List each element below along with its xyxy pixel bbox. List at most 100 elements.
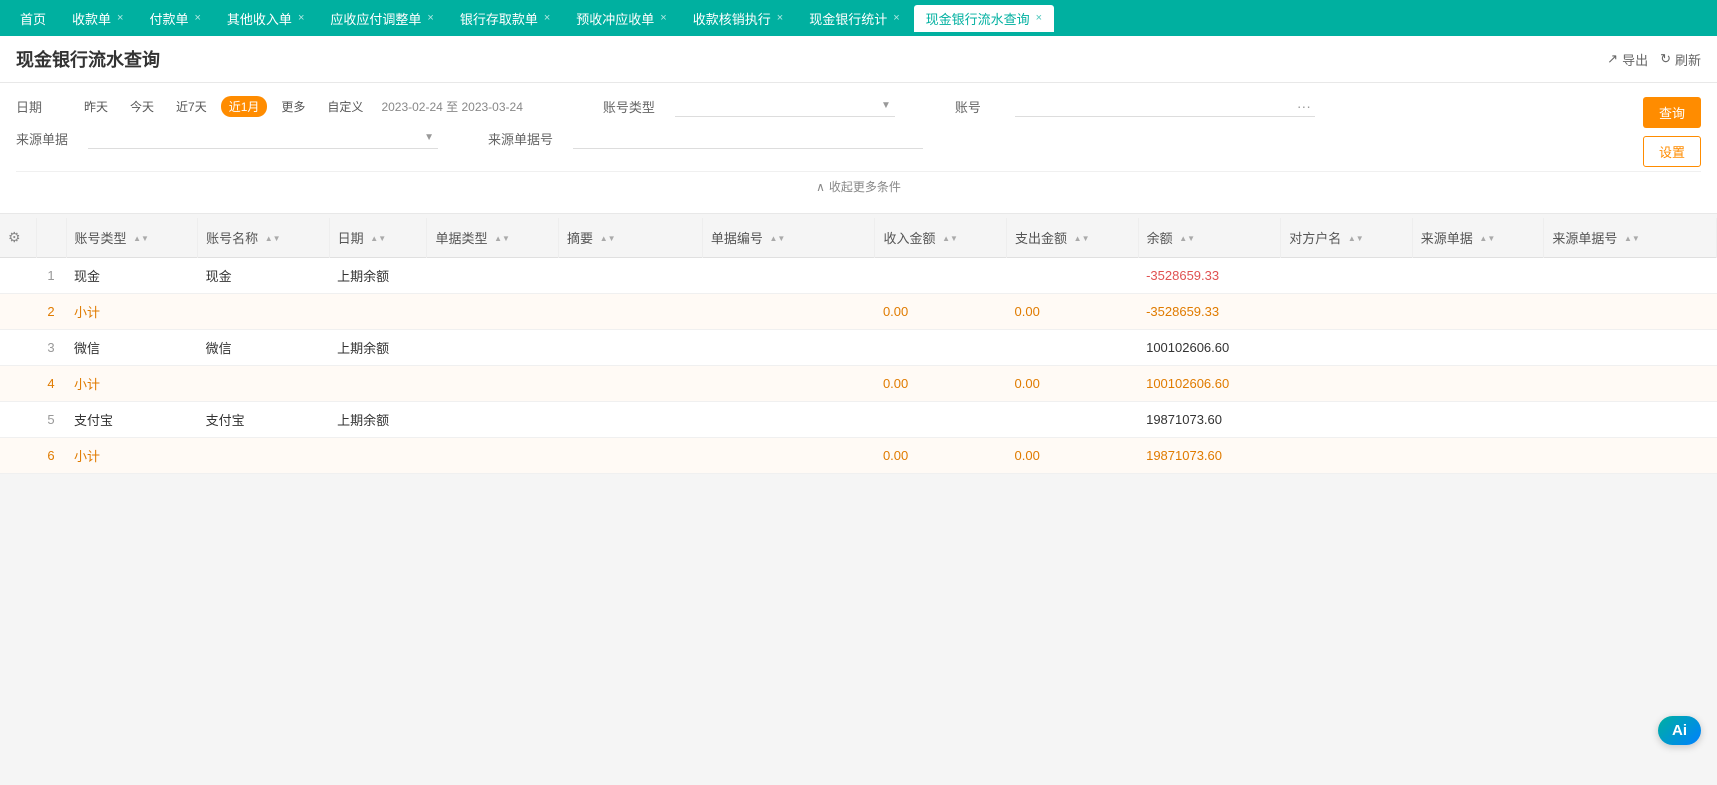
nav-advance-offset[interactable]: 预收冲应收单 ×: [564, 5, 678, 32]
col-source-doc-no-sort[interactable]: ▲▼: [1624, 235, 1640, 244]
source-doc-no-label: 来源单据号: [488, 129, 553, 148]
col-account-name[interactable]: 账号名称 ▲▼: [198, 218, 330, 258]
row-settings-4: [0, 402, 36, 438]
col-source-doc-sort[interactable]: ▲▼: [1479, 235, 1495, 244]
nav-bank-deposit-close[interactable]: ×: [544, 12, 550, 24]
col-account-name-sort[interactable]: ▲▼: [265, 235, 281, 244]
nav-cash-bank-flow-close[interactable]: ×: [1036, 12, 1042, 24]
col-account-type-sort[interactable]: ▲▼: [133, 235, 149, 244]
source-doc-no-wrapper[interactable]: [573, 127, 923, 149]
col-source-doc[interactable]: 来源单据 ▲▼: [1412, 218, 1544, 258]
refresh-button[interactable]: ↻ 刷新: [1660, 50, 1701, 69]
col-balance-sort[interactable]: ▲▼: [1179, 235, 1195, 244]
row-account-type-3: 小计: [66, 366, 198, 402]
account-input[interactable]: [1015, 95, 1315, 116]
col-balance[interactable]: 余额 ▲▼: [1138, 218, 1281, 258]
row-summary-1: [559, 294, 703, 330]
nav-other-income[interactable]: 其他收入单 ×: [215, 5, 316, 32]
row-summary-3: [559, 366, 703, 402]
row-account-type-2: 微信: [66, 330, 198, 366]
row-date-2: 上期余额: [329, 330, 427, 366]
col-account-type[interactable]: 账号类型 ▲▼: [66, 218, 198, 258]
account-label: 账号: [955, 97, 995, 116]
row-account-name-1: [198, 294, 330, 330]
row-source-doc-no-0: [1544, 258, 1717, 294]
nav-ap-ar-adjust[interactable]: 应收应付调整单 ×: [318, 5, 445, 32]
date-last7[interactable]: 近7天: [168, 96, 215, 117]
row-balance-5: 19871073.60: [1138, 438, 1281, 474]
nav-cash-bank-stats[interactable]: 现金银行统计 ×: [797, 5, 911, 32]
account-input-wrapper[interactable]: ···: [1015, 95, 1315, 117]
source-doc-no-input[interactable]: [573, 127, 923, 148]
col-doc-type[interactable]: 单据类型 ▲▼: [427, 218, 559, 258]
table-row: 6 小计 0.00 0.00 19871073.60: [0, 438, 1717, 474]
nav-cash-bank-flow[interactable]: 现金银行流水查询 ×: [914, 5, 1054, 32]
date-today[interactable]: 今天: [122, 96, 162, 117]
refresh-icon: ↻: [1660, 51, 1671, 67]
settings-button[interactable]: 设置: [1643, 136, 1701, 167]
col-income[interactable]: 收入金额 ▲▼: [875, 218, 1007, 258]
col-date-sort[interactable]: ▲▼: [370, 235, 386, 244]
account-type-input[interactable]: [675, 95, 895, 116]
table-row: 1 现金 现金 上期余额 -3528659.33: [0, 258, 1717, 294]
col-summary-sort[interactable]: ▲▼: [600, 235, 616, 244]
export-button[interactable]: ↗ 导出: [1607, 50, 1648, 69]
row-doc-no-2: [702, 330, 875, 366]
source-doc-select-wrapper[interactable]: ▼: [88, 127, 438, 149]
row-doc-no-3: [702, 366, 875, 402]
date-options: 昨天 今天 近7天 近1月 更多 自定义 2023-02-24 至 2023-0…: [76, 96, 523, 117]
col-source-doc-no[interactable]: 来源单据号 ▲▼: [1544, 218, 1717, 258]
collapse-up-icon: ∧: [816, 180, 825, 194]
row-account-name-4: 支付宝: [198, 402, 330, 438]
nav-other-income-close[interactable]: ×: [298, 12, 304, 24]
row-doc-type-0: [427, 258, 559, 294]
nav-advance-offset-close[interactable]: ×: [660, 12, 666, 24]
col-num: [36, 218, 66, 258]
col-summary[interactable]: 摘要 ▲▼: [559, 218, 703, 258]
source-doc-input[interactable]: [88, 127, 438, 148]
col-counterparty[interactable]: 对方户名 ▲▼: [1281, 218, 1413, 258]
row-date-5: [329, 438, 427, 474]
nav-payment-close[interactable]: ×: [194, 12, 200, 24]
ai-assistant-button[interactable]: Ai: [1658, 716, 1701, 745]
table-row: 3 微信 微信 上期余额 100102606.60: [0, 330, 1717, 366]
col-date[interactable]: 日期 ▲▼: [329, 218, 427, 258]
row-num-3: 4: [36, 366, 66, 402]
row-income-4: [875, 402, 1007, 438]
date-last1m[interactable]: 近1月: [221, 96, 268, 117]
filter-top-row: 日期 昨天 今天 近7天 近1月 更多 自定义 2023-02-24 至 202…: [16, 95, 1701, 167]
row-expense-5: 0.00: [1007, 438, 1139, 474]
col-counterparty-sort[interactable]: ▲▼: [1348, 235, 1364, 244]
nav-cash-bank-stats-close[interactable]: ×: [893, 12, 899, 24]
nav-collection-exec-close[interactable]: ×: [777, 12, 783, 24]
account-more-icon[interactable]: ···: [1297, 98, 1311, 114]
row-date-1: [329, 294, 427, 330]
nav-ap-ar-close[interactable]: ×: [427, 12, 433, 24]
nav-home[interactable]: 首页: [8, 5, 58, 32]
nav-collection-exec[interactable]: 收款核销执行 ×: [681, 5, 795, 32]
col-expense-sort[interactable]: ▲▼: [1074, 235, 1090, 244]
collapse-button[interactable]: ∧ 收起更多条件: [16, 171, 1701, 201]
column-settings-icon[interactable]: ⚙: [8, 229, 21, 245]
row-expense-2: [1007, 330, 1139, 366]
date-more[interactable]: 更多: [273, 96, 313, 117]
nav-bank-deposit[interactable]: 银行存取款单 ×: [448, 5, 562, 32]
row-doc-type-1: [427, 294, 559, 330]
row-account-name-5: [198, 438, 330, 474]
nav-payment[interactable]: 付款单 ×: [137, 5, 212, 32]
account-type-select-wrapper[interactable]: ▼: [675, 95, 895, 117]
col-doc-no[interactable]: 单据编号 ▲▼: [702, 218, 875, 258]
date-yesterday[interactable]: 昨天: [76, 96, 116, 117]
row-account-type-4: 支付宝: [66, 402, 198, 438]
filter-left: 日期 昨天 今天 近7天 近1月 更多 自定义 2023-02-24 至 202…: [16, 95, 1627, 149]
date-label: 日期: [16, 97, 56, 116]
col-doc-type-sort[interactable]: ▲▼: [494, 235, 510, 244]
col-expense[interactable]: 支出金额 ▲▼: [1007, 218, 1139, 258]
date-custom[interactable]: 自定义: [319, 96, 371, 117]
query-button[interactable]: 查询: [1643, 97, 1701, 128]
row-date-3: [329, 366, 427, 402]
nav-receipt-close[interactable]: ×: [117, 12, 123, 24]
nav-receipt[interactable]: 收款单 ×: [60, 5, 135, 32]
col-doc-no-sort[interactable]: ▲▼: [770, 235, 786, 244]
col-income-sort[interactable]: ▲▼: [942, 235, 958, 244]
